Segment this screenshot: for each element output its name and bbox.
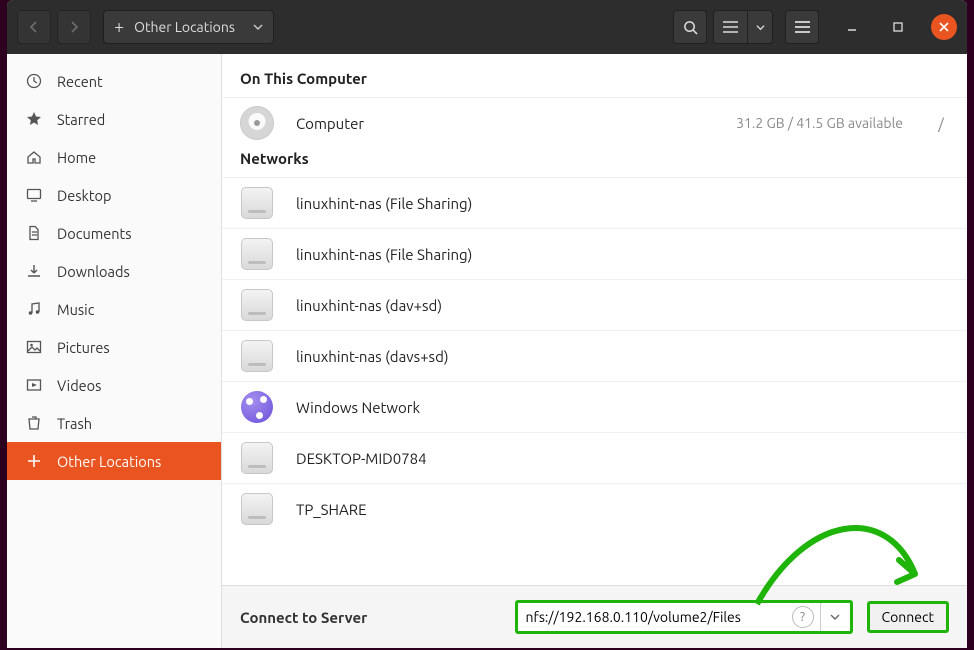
location-meta: 31.2 GB / 41.5 GB available — [736, 115, 903, 131]
sidebar-item-label: Other Locations — [57, 453, 161, 470]
location-row[interactable]: linuxhint-nas (File Sharing) — [222, 228, 967, 279]
sidebar-item-label: Desktop — [57, 187, 111, 204]
location-label: DESKTOP-MID0784 — [296, 450, 949, 467]
location-label: TP_SHARE — [296, 501, 949, 518]
back-button[interactable] — [17, 10, 51, 44]
sidebar-item-label: Starred — [57, 111, 105, 128]
sidebar-item-downloads[interactable]: Downloads — [7, 252, 221, 290]
drive-icon — [241, 238, 273, 270]
star-icon — [25, 110, 43, 128]
location-row[interactable]: Computer 31.2 GB / 41.5 GB available / — [222, 97, 967, 148]
sidebar-item-home[interactable]: Home — [7, 138, 221, 176]
location-label: Computer — [296, 115, 714, 132]
maximize-button[interactable] — [885, 14, 911, 40]
location-mountpoint: / — [933, 115, 949, 132]
sidebar-item-label: Home — [57, 149, 96, 166]
location-row[interactable]: TP_SHARE — [222, 483, 967, 534]
sidebar-item-label: Trash — [57, 415, 92, 432]
location-label: Windows Network — [296, 399, 949, 416]
section-header: Networks — [222, 148, 967, 177]
close-icon — [939, 22, 949, 32]
forward-button[interactable] — [57, 10, 91, 44]
plus-icon: + — [114, 17, 124, 37]
main-pane: On This Computer Computer 31.2 GB / 41.5 G… — [222, 54, 967, 648]
documents-icon — [25, 224, 43, 242]
sidebar-item-desktop[interactable]: Desktop — [7, 176, 221, 214]
sidebar-item-label: Videos — [57, 377, 101, 394]
search-button[interactable] — [673, 10, 707, 44]
sidebar-item-starred[interactable]: Starred — [7, 100, 221, 138]
sidebar-item-documents[interactable]: Documents — [7, 214, 221, 252]
chevron-down-icon — [756, 23, 765, 32]
music-icon — [25, 300, 43, 318]
desktop-icon — [25, 186, 43, 204]
close-button[interactable] — [931, 14, 957, 40]
sidebar-item-label: Downloads — [57, 263, 130, 280]
hamburger-icon — [795, 21, 810, 33]
location-row[interactable]: linuxhint-nas (davs+sd) — [222, 330, 967, 381]
address-history-dropdown[interactable] — [820, 603, 850, 631]
sidebar-item-videos[interactable]: Videos — [7, 366, 221, 404]
sidebar: Recent Starred Home Desktop Documents Downloa… — [7, 54, 222, 648]
downloads-icon — [25, 262, 43, 280]
home-icon — [25, 148, 43, 166]
trash-icon — [25, 414, 43, 432]
sidebar-item-music[interactable]: Music — [7, 290, 221, 328]
plus-icon — [25, 452, 43, 470]
drive-icon — [241, 187, 273, 219]
titlebar: + Other Locations — [7, 0, 967, 54]
hamburger-menu-button[interactable] — [785, 10, 819, 44]
sidebar-item-pictures[interactable]: Pictures — [7, 328, 221, 366]
server-address-wrap: ? — [515, 600, 853, 634]
sidebar-item-label: Pictures — [57, 339, 110, 356]
server-address-input[interactable] — [518, 603, 786, 631]
sidebar-item-label: Documents — [57, 225, 132, 242]
drive-icon — [241, 289, 273, 321]
sidebar-item-label: Music — [57, 301, 94, 318]
location-row[interactable]: DESKTOP-MID0784 — [222, 432, 967, 483]
connect-label: Connect to Server — [240, 609, 367, 626]
sidebar-item-label: Recent — [57, 73, 103, 90]
path-label: Other Locations — [134, 19, 235, 35]
videos-icon — [25, 376, 43, 394]
search-icon — [683, 20, 698, 35]
section-header: On This Computer — [222, 68, 967, 97]
location-label: linuxhint-nas (davs+sd) — [296, 348, 949, 365]
location-row[interactable]: Windows Network — [222, 381, 967, 432]
sidebar-item-recent[interactable]: Recent — [7, 62, 221, 100]
pictures-icon — [25, 338, 43, 356]
drive-icon — [241, 442, 273, 474]
hdd-icon — [240, 106, 274, 140]
sidebar-item-trash[interactable]: Trash — [7, 404, 221, 442]
location-label: linuxhint-nas (File Sharing) — [296, 195, 949, 212]
drive-icon — [241, 340, 273, 372]
connect-button[interactable]: Connect — [867, 601, 950, 633]
chevron-down-icon — [253, 22, 263, 32]
view-mode-group — [713, 10, 773, 44]
location-row[interactable]: linuxhint-nas (File Sharing) — [222, 177, 967, 228]
clock-icon — [25, 72, 43, 90]
list-view-button[interactable] — [713, 10, 747, 44]
location-row[interactable]: linuxhint-nas (dav+sd) — [222, 279, 967, 330]
network-globe-icon — [241, 391, 273, 423]
location-label: linuxhint-nas (File Sharing) — [296, 246, 949, 263]
drive-icon — [241, 493, 273, 525]
path-bar[interactable]: + Other Locations — [103, 10, 274, 44]
view-options-button[interactable] — [747, 10, 773, 44]
connect-to-server-bar: Connect to Server ? Connect — [222, 585, 967, 648]
location-label: linuxhint-nas (dav+sd) — [296, 297, 949, 314]
chevron-down-icon — [830, 612, 840, 622]
list-icon — [723, 21, 738, 33]
minimize-button[interactable] — [839, 14, 865, 40]
sidebar-item-other-locations[interactable]: Other Locations — [7, 442, 221, 480]
help-icon[interactable]: ? — [792, 606, 814, 628]
